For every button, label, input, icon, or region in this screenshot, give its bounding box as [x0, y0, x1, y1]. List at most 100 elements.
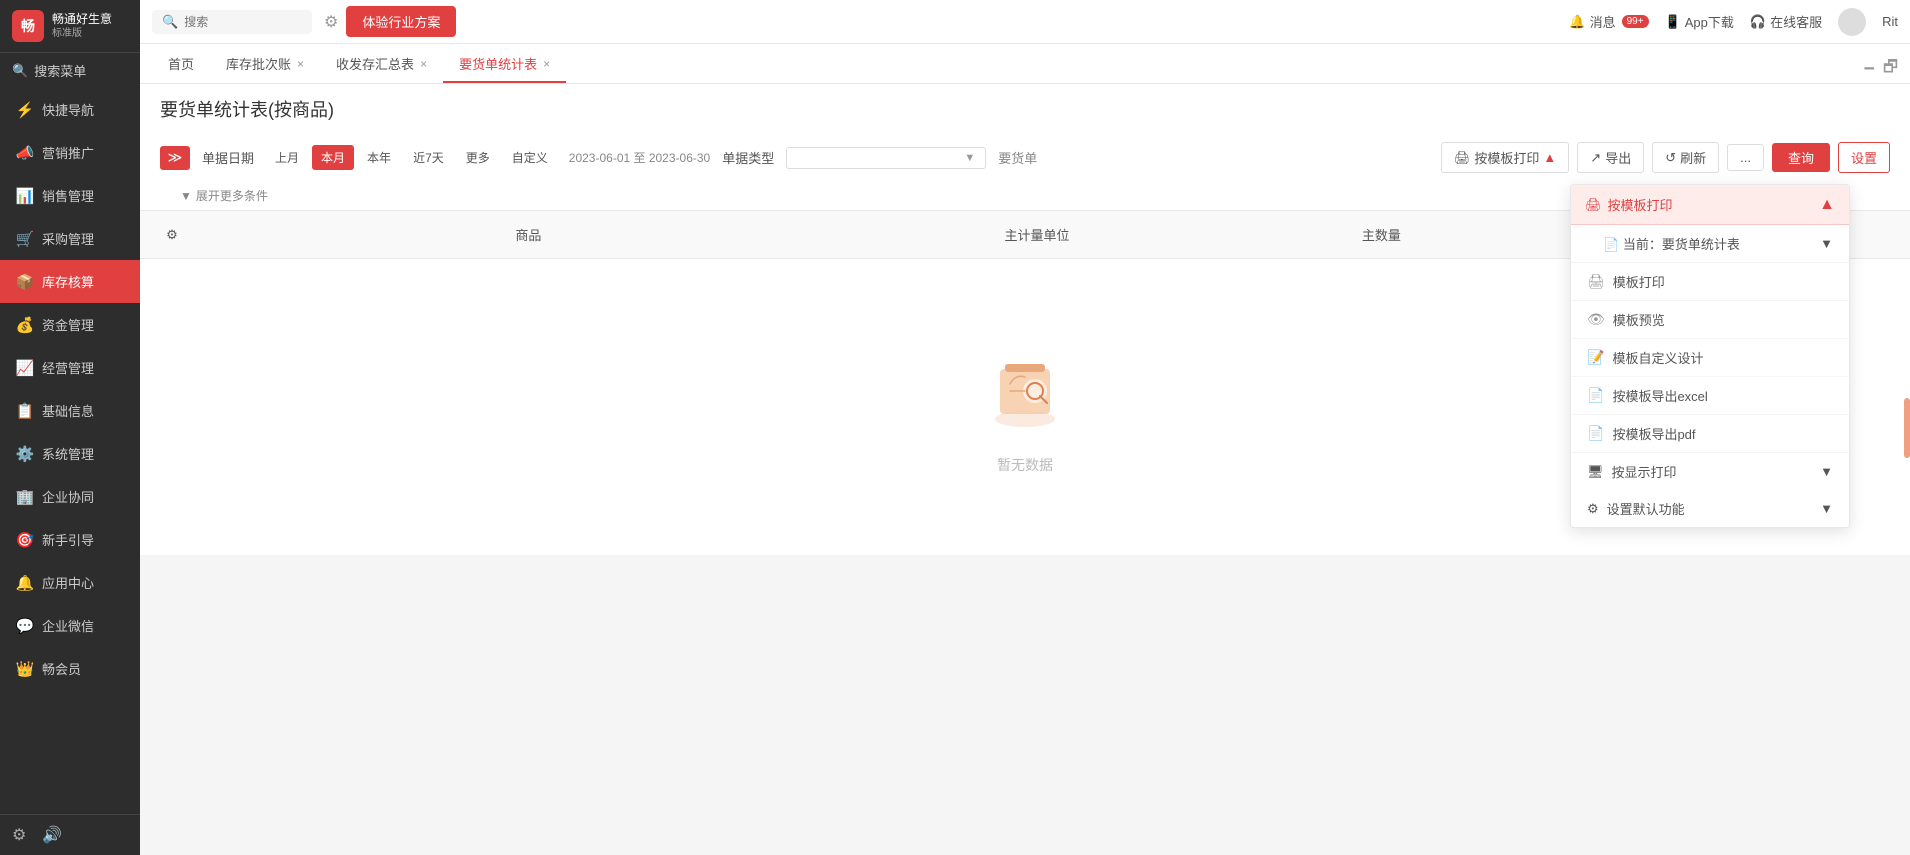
set-default-icon: ⚙	[1587, 501, 1599, 517]
online-service-item[interactable]: 🎧 在线客服	[1750, 12, 1822, 31]
current-arrow: ▼	[1820, 236, 1833, 251]
sidebar-item-label: 企业协同	[42, 487, 94, 506]
maximize-icon[interactable]: 🗗	[1883, 56, 1898, 83]
tab-receipt-summary[interactable]: 收发存汇总表 ×	[320, 46, 443, 83]
topbar-gear-icon[interactable]: ⚙	[324, 12, 338, 32]
minimize-icon[interactable]: 🗕	[1864, 56, 1875, 83]
print-template-excel[interactable]: 📄 按模板导出excel	[1571, 377, 1849, 415]
sidebar-item-finance[interactable]: 💰 资金管理	[0, 303, 140, 346]
template-preview-left: 👁 模板预览	[1587, 310, 1665, 329]
sidebar-item-guide[interactable]: 🎯 新手引导	[0, 518, 140, 561]
print-set-default[interactable]: ⚙ 设置默认功能 ▼	[1571, 490, 1849, 527]
bell-icon: 🔔	[1569, 14, 1585, 30]
empty-text: 暂无数据	[997, 455, 1053, 475]
template-excel-label: 按模板导出excel	[1612, 386, 1707, 405]
display-print-left: 🖥 按显示打印	[1587, 462, 1677, 481]
template-design-left: 📝 模板自定义设计	[1587, 348, 1703, 367]
date-label: 单据日期	[202, 148, 254, 167]
sidebar-item-label: 畅会员	[42, 659, 81, 678]
refresh-btn[interactable]: ↺ 刷新	[1652, 142, 1719, 173]
notifications-badge: 99+	[1622, 15, 1649, 28]
date-btn-custom[interactable]: 自定义	[503, 145, 557, 170]
tab-order-stats[interactable]: 要货单统计表 ×	[443, 46, 566, 83]
sidebar-nav: ⚡ 快捷导航 📣 营销推广 📊 销售管理 🛒 采购管理 📦 库存核算 💰 资金管…	[0, 88, 140, 814]
sidebar-item-label: 系统管理	[42, 444, 94, 463]
sidebar-item-wechat[interactable]: 💬 企业微信	[0, 604, 140, 647]
export-btn[interactable]: ↗ 导出	[1577, 142, 1644, 173]
print-display-print[interactable]: 🖥 按显示打印 ▼	[1571, 453, 1849, 490]
template-print-icon: 🖨	[1587, 273, 1605, 290]
more-btn[interactable]: ...	[1727, 144, 1764, 171]
template-pdf-label: 按模板导出pdf	[1612, 424, 1695, 443]
online-service-label: 在线客服	[1770, 12, 1822, 31]
basic-icon: 📋	[16, 402, 34, 420]
query-button[interactable]: 查询	[1772, 143, 1830, 172]
print-template-design[interactable]: 📝 模板自定义设计	[1571, 339, 1849, 377]
sidebar-item-basic[interactable]: 📋 基础信息	[0, 389, 140, 432]
trial-button[interactable]: 体验行业方案	[346, 6, 456, 37]
date-btn-7days[interactable]: 近7天	[404, 145, 453, 170]
sound-icon[interactable]: 🔊	[42, 825, 62, 845]
print-template-print[interactable]: 🖨 模板打印	[1571, 263, 1849, 301]
sidebar-item-sales[interactable]: 📊 销售管理	[0, 174, 140, 217]
tab-order-stats-close[interactable]: ×	[543, 57, 550, 71]
sidebar-item-enterprise[interactable]: 🏢 企业协同	[0, 475, 140, 518]
sidebar-item-appstore[interactable]: 🔔 应用中心	[0, 561, 140, 604]
print-dropdown-close-btn[interactable]: ▲	[1819, 196, 1835, 214]
type-dropdown[interactable]: ▼	[786, 147, 986, 169]
tab-receipt-summary-label: 收发存汇总表	[336, 54, 414, 73]
topbar-search-box[interactable]: 🔍	[152, 10, 312, 34]
notifications-label: 消息	[1590, 12, 1616, 31]
finance-icon: 💰	[16, 316, 34, 334]
user-avatar[interactable]	[1838, 8, 1866, 36]
sales-icon: 📊	[16, 187, 34, 205]
search-icon: 🔍	[12, 63, 28, 79]
scrollbar-handle[interactable]	[1904, 398, 1910, 458]
date-btn-this-year[interactable]: 本年	[358, 145, 400, 170]
goods-category-label: 要货单	[998, 148, 1037, 167]
template-preview-label: 模板预览	[1613, 310, 1665, 329]
tab-receipt-summary-close[interactable]: ×	[420, 57, 427, 71]
app-logo-text: 畅通好生意 标准版	[52, 12, 112, 41]
settings-button[interactable]: 设置	[1838, 142, 1890, 173]
sidebar-item-member[interactable]: 👑 畅会员	[0, 647, 140, 690]
sidebar-item-label: 营销推广	[42, 143, 94, 162]
app-download-item[interactable]: 📱 App下载	[1665, 12, 1734, 31]
sidebar-search[interactable]: 🔍 搜索菜单	[0, 53, 140, 88]
topbar-search-input[interactable]	[184, 15, 284, 29]
filter-right-buttons: 🖨 按模板打印 ▲ ↗ 导出 ↺ 刷新 ... 查询	[1441, 142, 1890, 173]
display-print-icon: 🖥	[1587, 464, 1604, 480]
sidebar-item-inventory[interactable]: 📦 库存核算	[0, 260, 140, 303]
appstore-icon: 🔔	[16, 574, 34, 592]
export-icon: ↗	[1590, 150, 1601, 166]
print-template-preview[interactable]: 👁 模板预览	[1571, 301, 1849, 339]
print-current-item[interactable]: 📄 当前：要货单统计表 ▼	[1571, 225, 1849, 263]
settings-icon[interactable]: ⚙	[12, 825, 26, 845]
sidebar-item-system[interactable]: ⚙️ 系统管理	[0, 432, 140, 475]
print-current-left: 📄 当前：要货单统计表	[1603, 234, 1740, 253]
print-template-pdf[interactable]: 📄 按模板导出pdf	[1571, 415, 1849, 453]
sidebar-item-purchase[interactable]: 🛒 采购管理	[0, 217, 140, 260]
sidebar-item-label: 资金管理	[42, 315, 94, 334]
sidebar-item-operations[interactable]: 📈 经营管理	[0, 346, 140, 389]
date-btn-last-month[interactable]: 上月	[266, 145, 308, 170]
notifications-item[interactable]: 🔔 消息 99+	[1569, 12, 1648, 31]
tab-home[interactable]: 首页	[152, 46, 210, 83]
tab-batch-account[interactable]: 库存批次账 ×	[210, 46, 320, 83]
sidebar-item-quick-nav[interactable]: ⚡ 快捷导航	[0, 88, 140, 131]
purchase-icon: 🛒	[16, 230, 34, 248]
th-settings[interactable]: ⚙	[152, 221, 192, 249]
sidebar-item-marketing[interactable]: 📣 营销推广	[0, 131, 140, 174]
print-btn[interactable]: 🖨 按模板打印 ▲	[1441, 142, 1569, 173]
window-controls: 🗕 🗗	[1864, 56, 1898, 83]
sidebar-item-label: 基础信息	[42, 401, 94, 420]
date-btn-more[interactable]: 更多	[457, 145, 499, 170]
sidebar-item-label: 采购管理	[42, 229, 94, 248]
display-print-arrow: ▼	[1820, 464, 1833, 479]
filter-toggle-btn[interactable]: ≫	[160, 146, 190, 170]
user-name: Rit	[1882, 14, 1898, 29]
tab-batch-account-close[interactable]: ×	[297, 57, 304, 71]
date-btn-this-month[interactable]: 本月	[312, 145, 354, 170]
inventory-icon: 📦	[16, 273, 34, 291]
topbar-right: 🔔 消息 99+ 📱 App下载 🎧 在线客服 Rit	[1569, 8, 1898, 36]
